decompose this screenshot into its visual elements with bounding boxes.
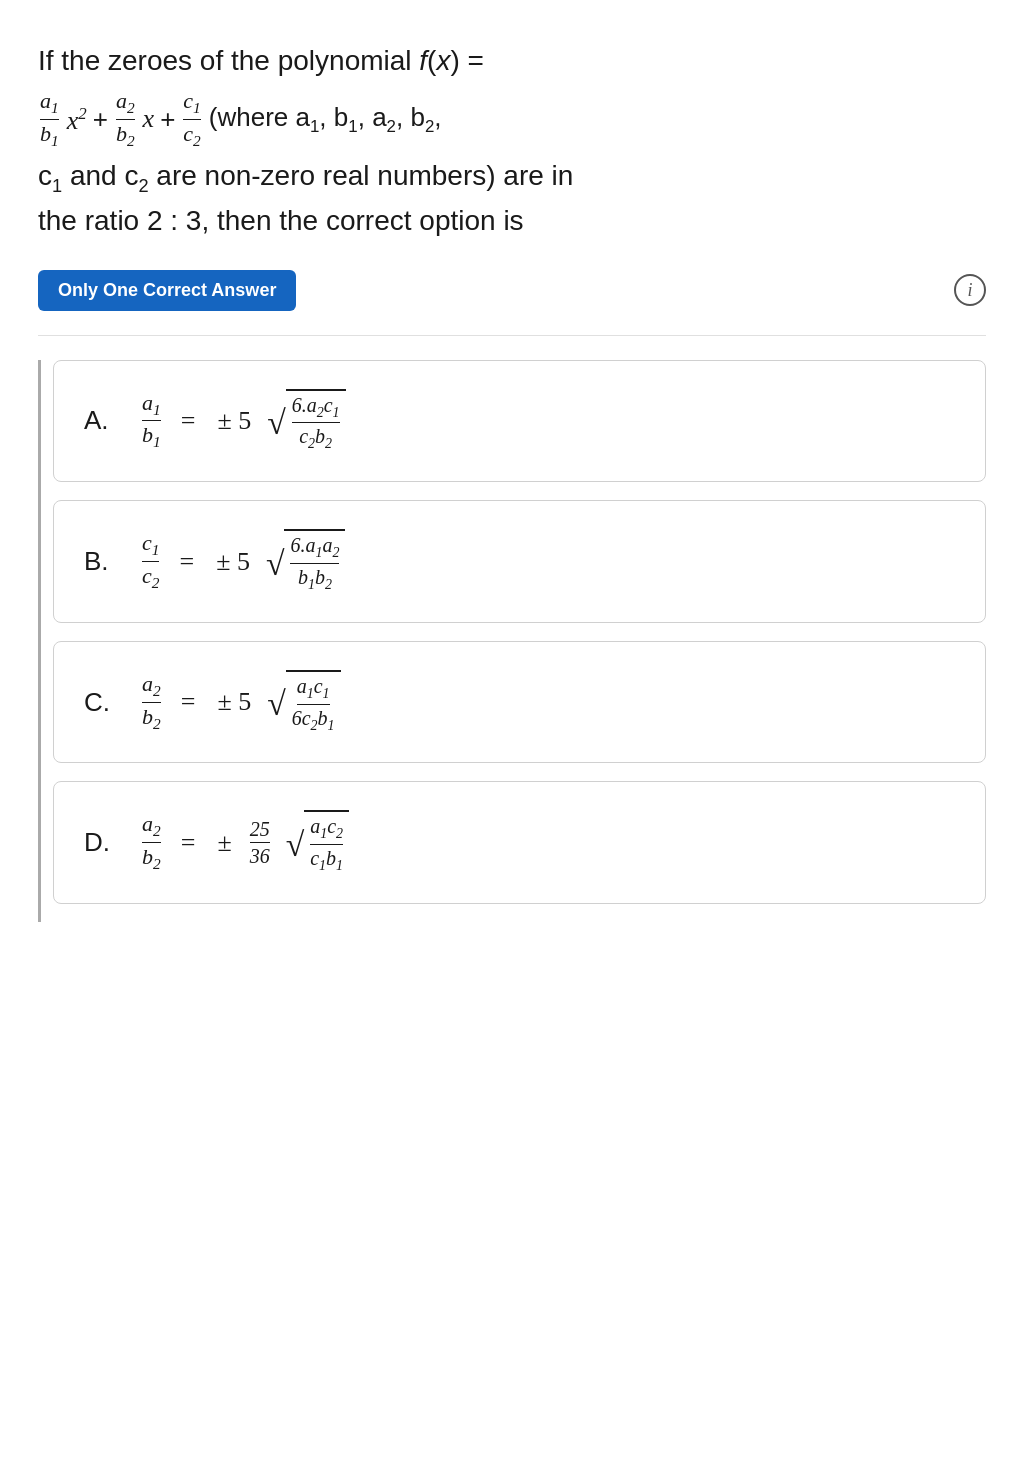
option-a-sqrt: √ 6.a2c1 c2b2 (267, 389, 345, 454)
option-b-math: c1 c2 = ± 5 √ 6.a1a2 b1b2 (140, 529, 345, 594)
question-line3: c1 and c2 are non-zero real numbers) are… (38, 155, 986, 200)
option-c[interactable]: C. a2 b2 = ± 5 √ a1c1 6c2b1 (53, 641, 986, 764)
plus1: + (93, 104, 108, 135)
answer-type-badge: Only One Correct Answer (38, 270, 296, 311)
options-container: A. a1 b1 = ± 5 √ 6.a2c1 c2b2 B. (38, 360, 986, 922)
option-d-label: D. (84, 827, 116, 858)
option-c-label: C. (84, 687, 116, 718)
x-squared: x2 (67, 104, 87, 136)
option-c-sqrt: √ a1c1 6c2b1 (267, 670, 340, 735)
option-b-label: B. (84, 546, 116, 577)
plus2: + (160, 104, 175, 135)
where-clause: (where a1, b1, a2, b2, (209, 102, 442, 137)
option-c-eq: = (181, 687, 196, 717)
option-d[interactable]: D. a2 b2 = ± 25 36 √ a1c2 c1b1 (53, 781, 986, 904)
option-d-sqrt: √ a1c2 c1b1 (286, 810, 349, 875)
option-d-coeff: 25 36 (250, 817, 270, 868)
option-a-lhs: a1 b1 (142, 390, 161, 453)
option-a-pm: ± 5 (217, 406, 251, 436)
x-var: x (143, 104, 155, 134)
question-math-line: a1 b1 x2 + a2 b2 x + c1 c2 (where a1, b1… (38, 88, 986, 151)
option-b-lhs: c1 c2 (142, 530, 159, 593)
badge-row: Only One Correct Answer i (38, 270, 986, 311)
frac-a1b1: a1 b1 (40, 88, 59, 151)
option-b-sqrt: √ 6.a1a2 b1b2 (266, 529, 346, 594)
option-b-eq: = (179, 547, 194, 577)
option-d-eq: = (181, 828, 196, 858)
option-b[interactable]: B. c1 c2 = ± 5 √ 6.a1a2 b1b2 (53, 500, 986, 623)
option-c-lhs: a2 b2 (142, 671, 161, 734)
option-d-lhs: a2 b2 (142, 811, 161, 874)
section-divider (38, 335, 986, 336)
option-d-math: a2 b2 = ± 25 36 √ a1c2 c1b1 (140, 810, 349, 875)
option-c-pm: ± 5 (217, 687, 251, 717)
frac-a2b2: a2 b2 (116, 88, 135, 151)
option-c-math: a2 b2 = ± 5 √ a1c1 6c2b1 (140, 670, 341, 735)
question-line1: If the zeroes of the polynomial f(x) = (38, 40, 986, 82)
info-icon[interactable]: i (954, 274, 986, 306)
option-a-label: A. (84, 405, 116, 436)
frac-c1c2: c1 c2 (183, 88, 200, 151)
option-a-math: a1 b1 = ± 5 √ 6.a2c1 c2b2 (140, 389, 346, 454)
question-line4: the ratio 2 : 3, then the correct option… (38, 200, 986, 242)
option-d-pm: ± (217, 828, 231, 858)
option-a[interactable]: A. a1 b1 = ± 5 √ 6.a2c1 c2b2 (53, 360, 986, 483)
question-block: If the zeroes of the polynomial f(x) = a… (38, 40, 986, 242)
option-b-pm: ± 5 (216, 547, 250, 577)
info-symbol: i (967, 280, 972, 301)
option-a-eq: = (181, 406, 196, 436)
